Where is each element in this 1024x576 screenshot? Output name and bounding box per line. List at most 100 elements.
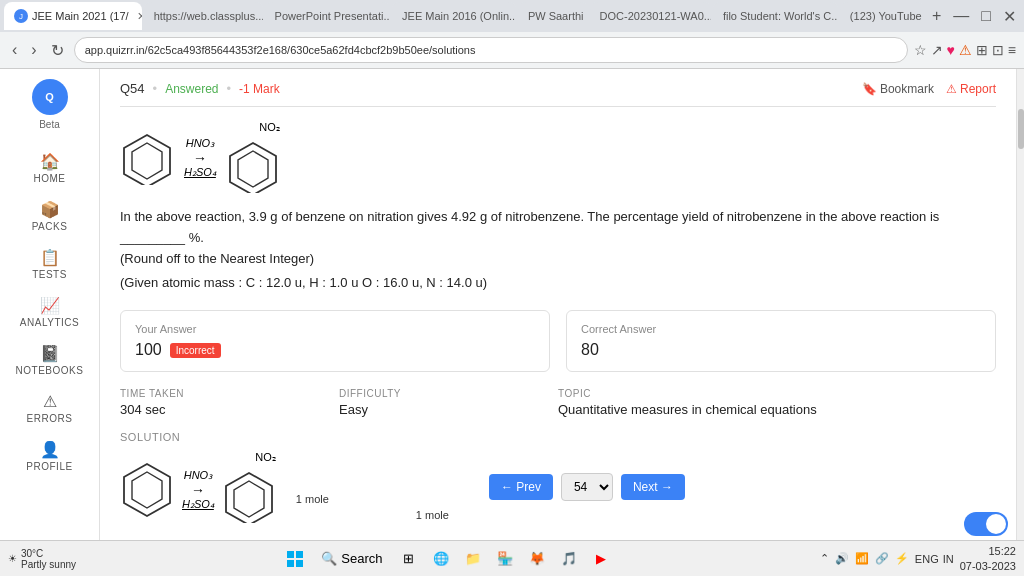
inactive-tab-1[interactable]: https://web.classplus... <box>144 2 263 30</box>
report-button[interactable]: ⚠ Report <box>946 82 996 96</box>
back-btn[interactable]: ‹ <box>8 39 21 61</box>
forward-btn[interactable]: › <box>27 39 40 61</box>
sol-reagent-1: HNO₃ <box>184 469 212 482</box>
window-icon[interactable]: ⊞ <box>976 42 988 58</box>
mole-label-2: 1 mole <box>416 509 449 521</box>
menu-icon[interactable]: ≡ <box>1008 42 1016 58</box>
sidebar-item-errors[interactable]: ⚠ ERRORS <box>0 384 99 432</box>
solution-nitrobenzene-svg <box>222 469 276 523</box>
scrollbar-thumb[interactable] <box>1018 109 1024 149</box>
header-sep1: • <box>153 81 158 96</box>
your-answer-value-row: 100 Incorrect <box>135 341 535 359</box>
tests-icon: 📋 <box>40 248 60 267</box>
time-display[interactable]: 15:22 07-03-2023 <box>960 544 1016 573</box>
country-label: IN <box>943 553 954 565</box>
reload-btn[interactable]: ↻ <box>47 39 68 62</box>
network-icon[interactable]: 🔗 <box>875 552 889 565</box>
solution-product: NO₂ <box>222 469 276 526</box>
no2-label: NO₂ <box>259 121 280 134</box>
warning-icon: ⚠ <box>959 42 972 58</box>
sidebar-item-packs[interactable]: 📦 PACKS <box>0 192 99 240</box>
atomic-masses: (Given atomic mass : C : 12.0 u, H : 1.0… <box>120 273 996 294</box>
taskbar-up-arrow[interactable]: ⌃ <box>820 552 829 565</box>
taskbar-right: ⌃ 🔊 📶 🔗 ⚡ ENG IN 15:22 07-03-2023 <box>820 544 1016 573</box>
time-taken-value: 304 sec <box>120 402 339 417</box>
page-select[interactable]: 54 <box>561 473 613 501</box>
solution-content: HNO₃ → H₂SO₄ NO₂ 1 mole <box>120 453 996 526</box>
store-btn[interactable]: 🏪 <box>491 545 519 573</box>
beta-label: Beta <box>39 119 60 130</box>
close-window-btn[interactable]: ✕ <box>999 5 1020 28</box>
sidebar-errors-label: ERRORS <box>27 413 73 424</box>
tab-label-3: JEE Main 2016 (Onlin... <box>402 10 516 22</box>
question-actions: 🔖 Bookmark ⚠ Report <box>862 82 996 96</box>
bookmark-button[interactable]: 🔖 Bookmark <box>862 82 934 96</box>
youtube-btn[interactable]: ▶ <box>587 545 615 573</box>
toggle-button[interactable] <box>964 512 1008 536</box>
svg-rect-10 <box>287 560 294 567</box>
reagent-line2: H₂SO₄ <box>184 166 216 179</box>
scrollbar[interactable] <box>1016 69 1024 540</box>
time-taken-item: TIME TAKEN 304 sec <box>120 388 339 417</box>
search-taskbar-btn[interactable]: 🔍 Search <box>313 545 390 573</box>
prev-button[interactable]: ← Prev <box>489 474 553 500</box>
new-tab-button[interactable]: + <box>926 7 947 25</box>
heart-icon[interactable]: ♥ <box>947 42 955 58</box>
sidebar-profile-label: PROFILE <box>26 461 72 472</box>
wifi-icon[interactable]: 📶 <box>855 552 869 565</box>
sidebar-item-home[interactable]: 🏠 HOME <box>0 144 99 192</box>
inactive-tab-5[interactable]: DOC-20230121-WA0... <box>590 2 711 30</box>
sidebar-packs-label: PACKS <box>32 221 68 232</box>
inactive-tab-2[interactable]: PowerPoint Presentati... <box>265 2 390 30</box>
inactive-tab-6[interactable]: filo Student: World's C... <box>713 2 838 30</box>
correct-answer-number: 80 <box>581 341 599 359</box>
weather-info: ☀ 30°C Partly sunny <box>8 548 76 570</box>
weather-desc: Partly sunny <box>21 559 76 570</box>
tab-label-1: https://web.classplus... <box>154 10 263 22</box>
reagent-line1: HNO₃ <box>186 137 214 150</box>
edge2-btn[interactable]: 🦊 <box>523 545 551 573</box>
svg-marker-3 <box>238 151 268 187</box>
profile-icon[interactable]: ⊡ <box>992 42 1004 58</box>
tab-label-5: DOC-20230121-WA0... <box>600 10 711 22</box>
share-icon[interactable]: ↗ <box>931 42 943 58</box>
sidebar-item-profile[interactable]: 👤 PROFILE <box>0 432 99 480</box>
inactive-tab-4[interactable]: PW Saarthi <box>518 2 588 30</box>
sidebar-item-notebooks[interactable]: 📓 NOTEBOOKS <box>0 336 99 384</box>
windows-icon <box>286 550 304 568</box>
active-tab[interactable]: J JEE Main 2021 (17/ ✕ <box>4 2 142 30</box>
bookmark-star-icon[interactable]: ☆ <box>914 42 927 58</box>
benzene-ring-svg <box>120 131 174 185</box>
bookmark-icon: 🔖 <box>862 82 877 96</box>
question-note: (Round off to the Nearest Integer) <box>120 249 996 270</box>
topic-item: TOPIC Quantitative measures in chemical … <box>558 388 996 417</box>
current-time: 15:22 <box>960 544 1016 558</box>
solution-section: SOLUTION HNO₃ → H₂SO₄ <box>120 431 996 526</box>
url-input[interactable] <box>74 37 908 63</box>
app-logo[interactable]: Q <box>32 79 68 115</box>
minimize-btn[interactable]: — <box>949 5 973 28</box>
charge-icon[interactable]: ⚡ <box>895 552 909 565</box>
difficulty-value: Easy <box>339 402 558 417</box>
tab-close-btn[interactable]: ✕ <box>137 10 142 23</box>
header-sep2: • <box>227 81 232 96</box>
language-label: ENG <box>915 553 939 565</box>
speaker-icon[interactable]: 🔊 <box>835 552 849 565</box>
sidebar-item-tests[interactable]: 📋 TESTS <box>0 240 99 288</box>
taskbar-center: 🔍 Search ⊞ 🌐 📁 🏪 🦊 🎵 ▶ <box>281 545 614 573</box>
next-button[interactable]: Next → <box>621 474 685 500</box>
taskview-btn[interactable]: ⊞ <box>395 545 423 573</box>
spotify-btn[interactable]: 🎵 <box>555 545 583 573</box>
restore-btn[interactable]: □ <box>977 5 995 28</box>
explorer-btn[interactable]: 📁 <box>459 545 487 573</box>
question-header: Q54 • Answered • -1 Mark 🔖 Bookmark ⚠ Re… <box>120 69 996 107</box>
inactive-tab-3[interactable]: JEE Main 2016 (Onlin... <box>392 2 516 30</box>
sidebar-item-analytics[interactable]: 📈 ANALYTICS <box>0 288 99 336</box>
inactive-tab-7[interactable]: (123) YouTube <box>840 2 924 30</box>
edge-btn[interactable]: 🌐 <box>427 545 455 573</box>
start-button[interactable] <box>281 545 309 573</box>
toggle-container <box>964 512 1008 536</box>
your-answer-number: 100 <box>135 341 162 359</box>
svg-rect-11 <box>296 560 303 567</box>
address-bar-row: ‹ › ↻ ☆ ↗ ♥ ⚠ ⊞ ⊡ ≡ <box>0 32 1024 68</box>
